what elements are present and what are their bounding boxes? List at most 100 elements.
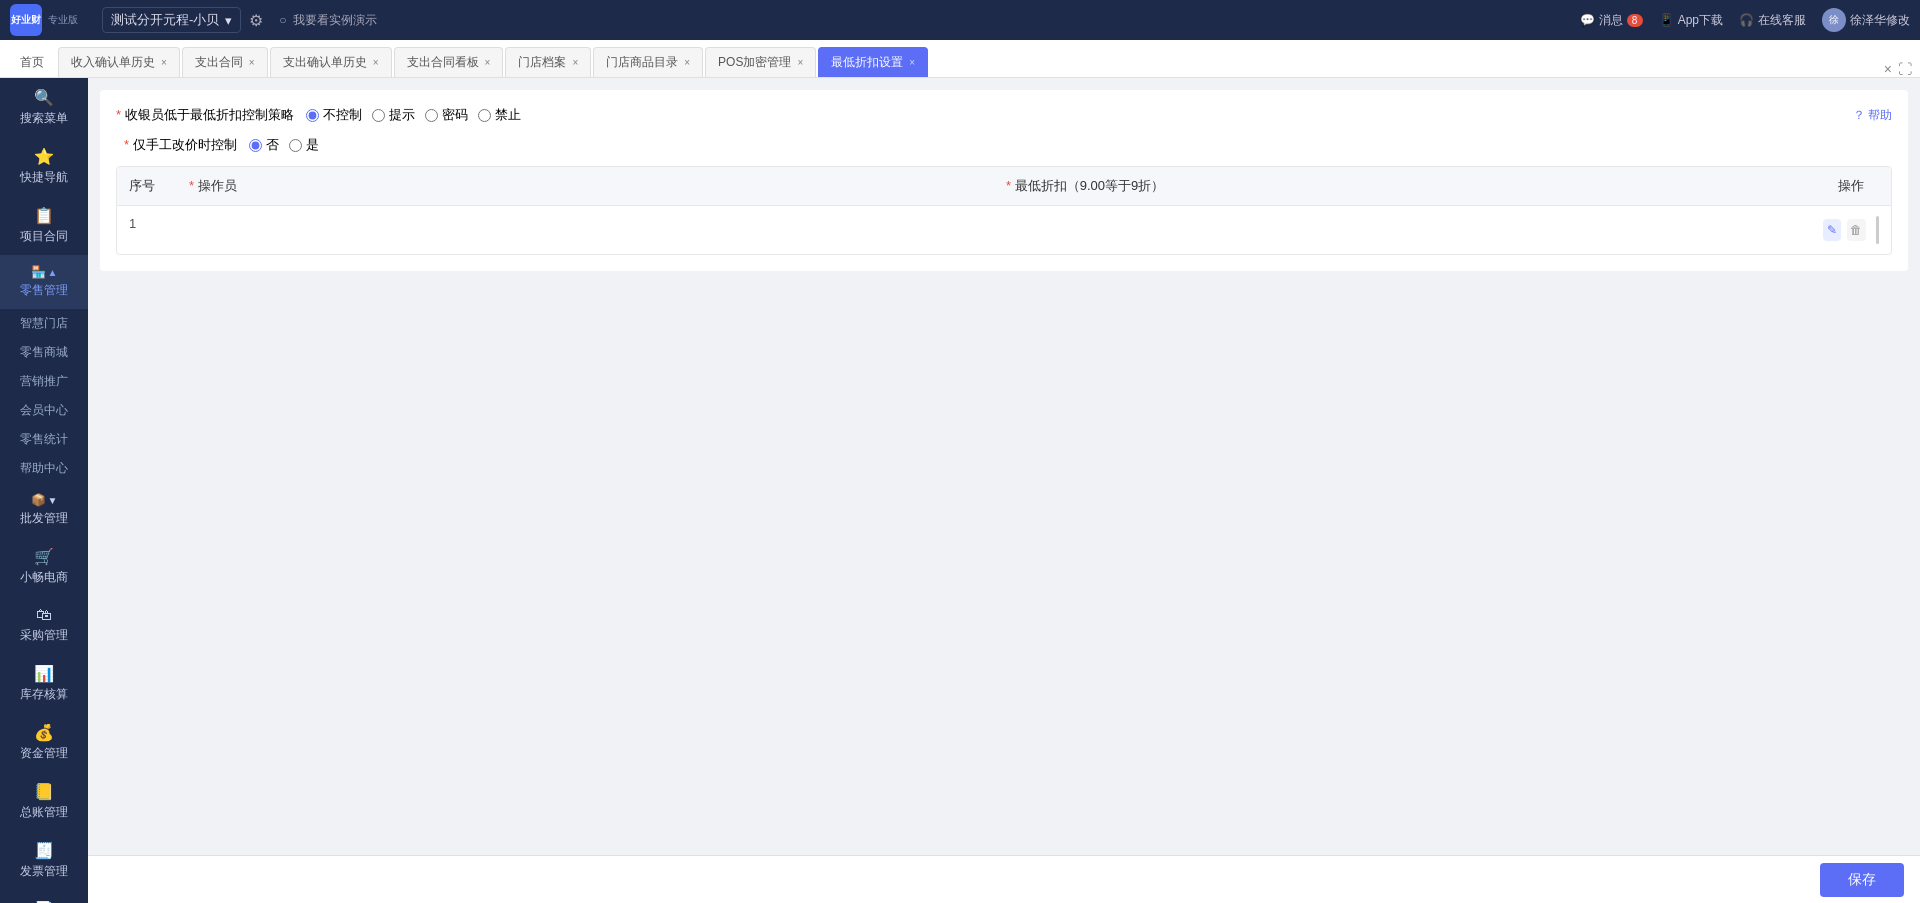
- close-icon[interactable]: ×: [572, 57, 578, 68]
- required-star: *: [116, 107, 121, 122]
- sidebar-item-retail-mgmt-label: 零售管理: [20, 282, 68, 299]
- tab-payment-contract-label: 支出合同: [195, 54, 243, 71]
- tab-payment-confirm-history[interactable]: 支出确认单历史 ×: [270, 47, 392, 77]
- radio-password-input[interactable]: [425, 109, 438, 122]
- table-header: 序号 * 操作员 * 最低折扣（9.00等于9折） 操作: [117, 167, 1891, 206]
- radio-no[interactable]: 否: [249, 136, 279, 154]
- settings-icon[interactable]: ⚙: [249, 11, 263, 30]
- close-icon[interactable]: ×: [909, 57, 915, 68]
- sidebar-item-ledger-mgmt-label: 总账管理: [20, 804, 68, 821]
- sidebar-item-project-contract[interactable]: 📋 项目合同: [0, 196, 88, 255]
- sidebar-item-wholesale-mgmt[interactable]: 📦▼ 批发管理: [0, 483, 88, 537]
- sidebar-item-fund-mgmt[interactable]: 💰 资金管理: [0, 713, 88, 772]
- close-icon[interactable]: ×: [797, 57, 803, 68]
- ecommerce-icon: 🛒: [34, 547, 54, 566]
- logo-icon: 好业财: [10, 4, 42, 36]
- tab-payment-contract-board[interactable]: 支出合同看板 ×: [394, 47, 504, 77]
- tab-payment-contract[interactable]: 支出合同 ×: [182, 47, 268, 77]
- sidebar-item-retail-stats[interactable]: 零售统计: [0, 425, 88, 454]
- seq-value: 1: [129, 216, 136, 231]
- tab-pos-password-label: POS加密管理: [718, 54, 791, 71]
- user-profile-btn[interactable]: 徐 徐泽华修改: [1822, 8, 1910, 32]
- sidebar-item-ecommerce[interactable]: 🛒 小畅电商: [0, 537, 88, 596]
- question-icon: ？: [1853, 107, 1865, 124]
- sidebar-item-member-center-label: 会员中心: [20, 402, 68, 419]
- sidebar-item-retail-mall[interactable]: 零售商城: [0, 338, 88, 367]
- radio-no-label: 否: [266, 136, 279, 154]
- close-all-icon[interactable]: ×: [1884, 61, 1892, 77]
- edit-button[interactable]: ✎: [1823, 219, 1841, 241]
- radio-password-label: 密码: [442, 106, 468, 124]
- radio-no-control-input[interactable]: [306, 109, 319, 122]
- close-icon[interactable]: ×: [373, 57, 379, 68]
- radio-password[interactable]: 密码: [425, 106, 468, 124]
- tab-store-goods-label: 门店商品目录: [606, 54, 678, 71]
- sidebar-item-smart-store[interactable]: 智慧门店: [0, 309, 88, 338]
- col-header-discount: * 最低折扣（9.00等于9折）: [994, 167, 1811, 205]
- demo-link[interactable]: ○ 我要看实例演示: [279, 12, 376, 29]
- sidebar-item-retail-mall-label: 零售商城: [20, 344, 68, 361]
- close-icon[interactable]: ×: [684, 57, 690, 68]
- tab-income-confirm-history-label: 收入确认单历史: [71, 54, 155, 71]
- content-wrapper: * 收银员低于最低折扣控制策略 不控制 提示: [88, 78, 1920, 903]
- close-icon[interactable]: ×: [485, 57, 491, 68]
- messages-btn[interactable]: 💬 消息 8: [1580, 12, 1643, 29]
- radio-yes-input[interactable]: [289, 139, 302, 152]
- tab-store-goods[interactable]: 门店商品目录 ×: [593, 47, 703, 77]
- sidebar-item-retail-mgmt[interactable]: 🏪▲ 零售管理: [0, 255, 88, 309]
- help-link[interactable]: ？ 帮助: [1853, 107, 1892, 124]
- scroll-handle[interactable]: [1876, 216, 1879, 244]
- avatar: 徐: [1822, 8, 1846, 32]
- cell-actions-1: ✎ 🗑: [1811, 206, 1891, 254]
- manual-price-label: * 仅手工改价时控制: [124, 136, 237, 154]
- close-icon[interactable]: ×: [249, 57, 255, 68]
- footer-bar: 保存: [88, 855, 1920, 903]
- sidebar-item-search[interactable]: 🔍 搜索菜单: [0, 78, 88, 137]
- radio-no-input[interactable]: [249, 139, 262, 152]
- required-star2: *: [124, 137, 129, 152]
- sidebar-item-retail-stats-label: 零售统计: [20, 431, 68, 448]
- radio-forbid[interactable]: 禁止: [478, 106, 521, 124]
- sidebar-item-wholesale-mgmt-label: 批发管理: [20, 510, 68, 527]
- radio-forbid-input[interactable]: [478, 109, 491, 122]
- sidebar-item-marketing-label: 营销推广: [20, 373, 68, 390]
- sidebar-item-marketing[interactable]: 营销推广: [0, 367, 88, 396]
- tab-pos-password[interactable]: POS加密管理 ×: [705, 47, 816, 77]
- sidebar-item-inventory[interactable]: 📊 库存核算: [0, 654, 88, 713]
- sidebar-item-purchase-mgmt-label: 采购管理: [20, 627, 68, 644]
- sidebar-item-ledger-mgmt[interactable]: 📒 总账管理: [0, 772, 88, 831]
- radio-yes[interactable]: 是: [289, 136, 319, 154]
- sidebar-item-member-center[interactable]: 会员中心: [0, 396, 88, 425]
- messages-label: 消息: [1599, 12, 1623, 29]
- table-row: 1 ✎ 🗑: [117, 206, 1891, 254]
- manual-price-options: 否 是: [249, 136, 319, 154]
- sidebar-item-fund-mgmt-label: 资金管理: [20, 745, 68, 762]
- tab-min-discount[interactable]: 最低折扣设置 ×: [818, 47, 928, 77]
- sidebar-item-purchase-mgmt[interactable]: 🛍 采购管理: [0, 596, 88, 654]
- tab-home[interactable]: 首页: [8, 48, 56, 77]
- sidebar-item-invoice-mgmt[interactable]: 🧾 发票管理: [0, 831, 88, 890]
- online-support-btn[interactable]: 🎧 在线客服: [1739, 12, 1806, 29]
- radio-hint[interactable]: 提示: [372, 106, 415, 124]
- message-icon: 💬: [1580, 13, 1595, 27]
- app-download-btn[interactable]: 📱 App下载: [1659, 12, 1723, 29]
- expand-icon[interactable]: ⛶: [1898, 61, 1912, 77]
- delete-button[interactable]: 🗑: [1847, 219, 1865, 241]
- tab-store-file[interactable]: 门店档案 ×: [505, 47, 591, 77]
- sidebar-item-shortcut-nav[interactable]: ⭐ 快捷导航: [0, 137, 88, 196]
- tab-payment-contract-board-label: 支出合同看板: [407, 54, 479, 71]
- radio-no-control[interactable]: 不控制: [306, 106, 362, 124]
- tab-income-confirm-history[interactable]: 收入确认单历史 ×: [58, 47, 180, 77]
- save-button[interactable]: 保存: [1820, 863, 1904, 897]
- sidebar-item-help-center[interactable]: 帮助中心: [0, 454, 88, 483]
- username-label: 徐泽华修改: [1850, 12, 1910, 29]
- purchase-icon: 🛍: [36, 606, 52, 624]
- radio-hint-input[interactable]: [372, 109, 385, 122]
- contract-icon: 📋: [34, 206, 54, 225]
- project-selector[interactable]: 测试分开元程-小贝 ▾: [102, 7, 241, 33]
- tabbar: 首页 收入确认单历史 × 支出合同 × 支出确认单历史 × 支出合同看板 × 门…: [0, 40, 1920, 78]
- sidebar-item-tax-mgmt[interactable]: 📑 税务管理: [0, 890, 88, 903]
- tab-payment-confirm-history-label: 支出确认单历史: [283, 54, 367, 71]
- required-star3: *: [189, 178, 194, 193]
- close-icon[interactable]: ×: [161, 57, 167, 68]
